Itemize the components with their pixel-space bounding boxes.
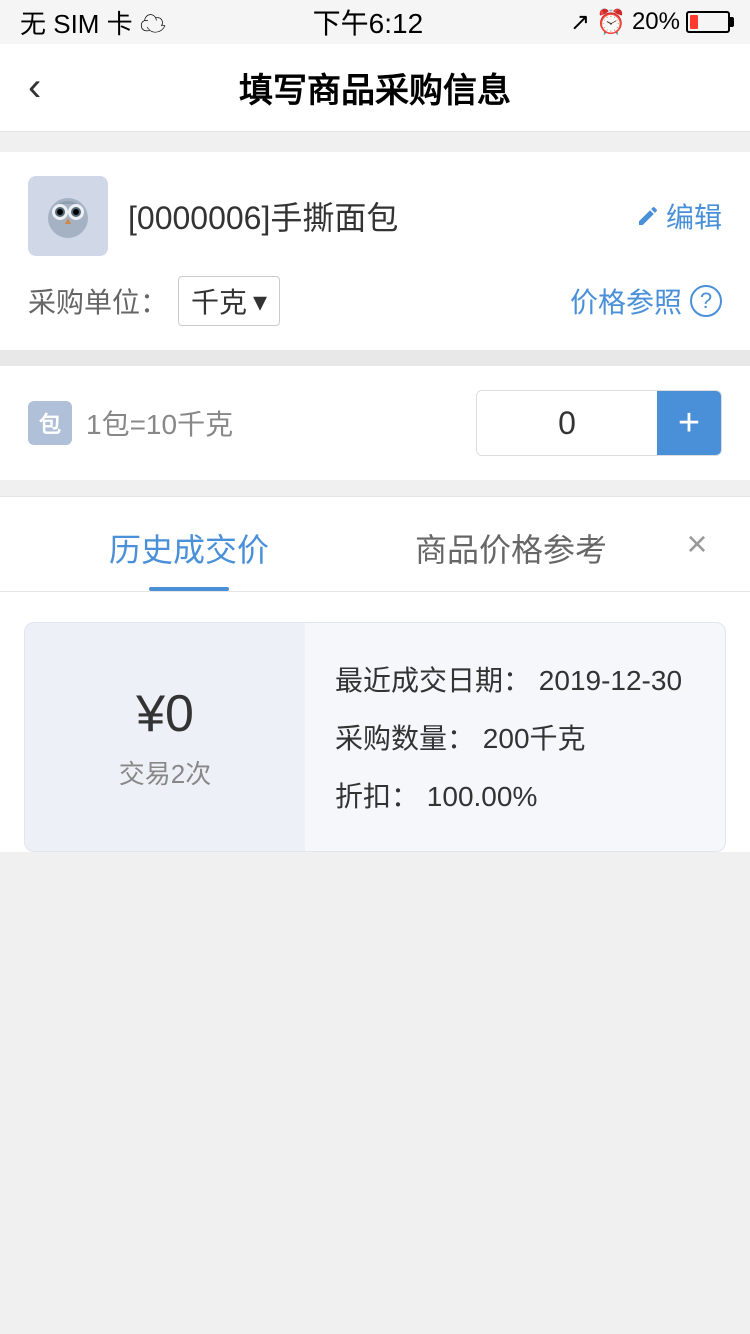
- purchase-qty-row: 采购数量： 200千克: [335, 717, 695, 757]
- close-icon: ×: [686, 523, 707, 565]
- product-name: [0000006]手撕面包: [128, 193, 398, 239]
- edit-label: 编辑: [666, 196, 722, 236]
- battery-percent: 20%: [632, 8, 680, 36]
- tab-history-label: 历史成交价: [109, 525, 269, 571]
- nav-bar: ‹ 填写商品采购信息: [0, 44, 750, 132]
- recent-date-value: 2019-12-30: [539, 665, 682, 696]
- unit-info: 包 1包=10千克: [28, 401, 233, 445]
- history-price-value: ¥0: [136, 684, 194, 744]
- product-card: [0000006]手撕面包 编辑 采购单位： 千克 ▾ 价格参照 ?: [0, 152, 750, 350]
- purchase-qty-value: 200千克: [483, 723, 586, 754]
- plus-icon: +: [678, 402, 700, 445]
- back-button[interactable]: ‹: [28, 65, 41, 110]
- currency-symbol: ¥: [136, 685, 165, 743]
- price-amount: 0: [165, 685, 194, 743]
- alarm-icon: ⏰: [596, 8, 626, 37]
- status-right: ↗ ⏰ 20%: [570, 8, 730, 37]
- quantity-plus-button[interactable]: +: [657, 391, 721, 455]
- recent-date-row: 最近成交日期： 2019-12-30: [335, 659, 695, 699]
- purchase-qty-label: 采购数量：: [335, 723, 475, 754]
- bottom-panel: 历史成交价 商品价格参考 × ¥0 交易2次 最近成交日期： 2019-12-3…: [0, 496, 750, 852]
- quantity-row: 包 1包=10千克 +: [0, 366, 750, 480]
- back-icon: ‹: [28, 65, 41, 110]
- product-header: [0000006]手撕面包 编辑: [28, 176, 722, 256]
- discount-label: 折扣：: [335, 781, 419, 812]
- transaction-count: 交易2次: [119, 754, 211, 791]
- tab-reference-label: 商品价格参考: [415, 525, 607, 571]
- history-price-section: ¥0 交易2次: [25, 623, 305, 851]
- quantity-input[interactable]: [477, 391, 657, 455]
- tab-history-underline: [149, 587, 229, 591]
- edit-button[interactable]: 编辑: [636, 196, 722, 236]
- tab-history[interactable]: 历史成交价: [28, 497, 350, 591]
- discount-value: 100.00%: [427, 781, 538, 812]
- battery-icon: [686, 11, 730, 33]
- tabs-row: 历史成交价 商品价格参考 ×: [0, 497, 750, 592]
- section-divider: [0, 350, 750, 366]
- price-ref-label: 价格参照: [570, 281, 682, 321]
- product-unit-row: 采购单位： 千克 ▾ 价格参照 ?: [28, 276, 722, 326]
- price-reference-button[interactable]: 价格参照 ?: [570, 281, 722, 321]
- sim-status: 无 SIM 卡 ☁: [20, 4, 166, 41]
- help-icon: ?: [690, 285, 722, 317]
- unit-label: 采购单位： 千克 ▾: [28, 276, 280, 326]
- recent-date-label: 最近成交日期：: [335, 665, 531, 696]
- unit-icon-label: 包: [28, 401, 72, 445]
- discount-row: 折扣： 100.00%: [335, 775, 695, 815]
- tab-close-button[interactable]: ×: [672, 519, 722, 569]
- unit-value: 千克: [191, 281, 247, 321]
- quantity-control: +: [476, 390, 722, 456]
- product-info-left: [0000006]手撕面包: [28, 176, 398, 256]
- dropdown-arrow-icon: ▾: [253, 285, 267, 318]
- tab-reference[interactable]: 商品价格参考: [350, 497, 672, 591]
- unit-selector[interactable]: 千克 ▾: [178, 276, 280, 326]
- unit-conversion-text: 1包=10千克: [86, 403, 233, 443]
- history-card: ¥0 交易2次 最近成交日期： 2019-12-30 采购数量： 200千克 折…: [24, 622, 726, 852]
- page-title: 填写商品采购信息: [239, 63, 511, 112]
- history-details-section: 最近成交日期： 2019-12-30 采购数量： 200千克 折扣： 100.0…: [305, 623, 725, 851]
- status-time: 下午6:12: [313, 2, 424, 42]
- product-thumbnail: [28, 176, 108, 256]
- location-icon: ↗: [570, 8, 590, 37]
- status-left: 无 SIM 卡 ☁: [20, 4, 166, 41]
- status-bar: 无 SIM 卡 ☁ 下午6:12 ↗ ⏰ 20%: [0, 0, 750, 44]
